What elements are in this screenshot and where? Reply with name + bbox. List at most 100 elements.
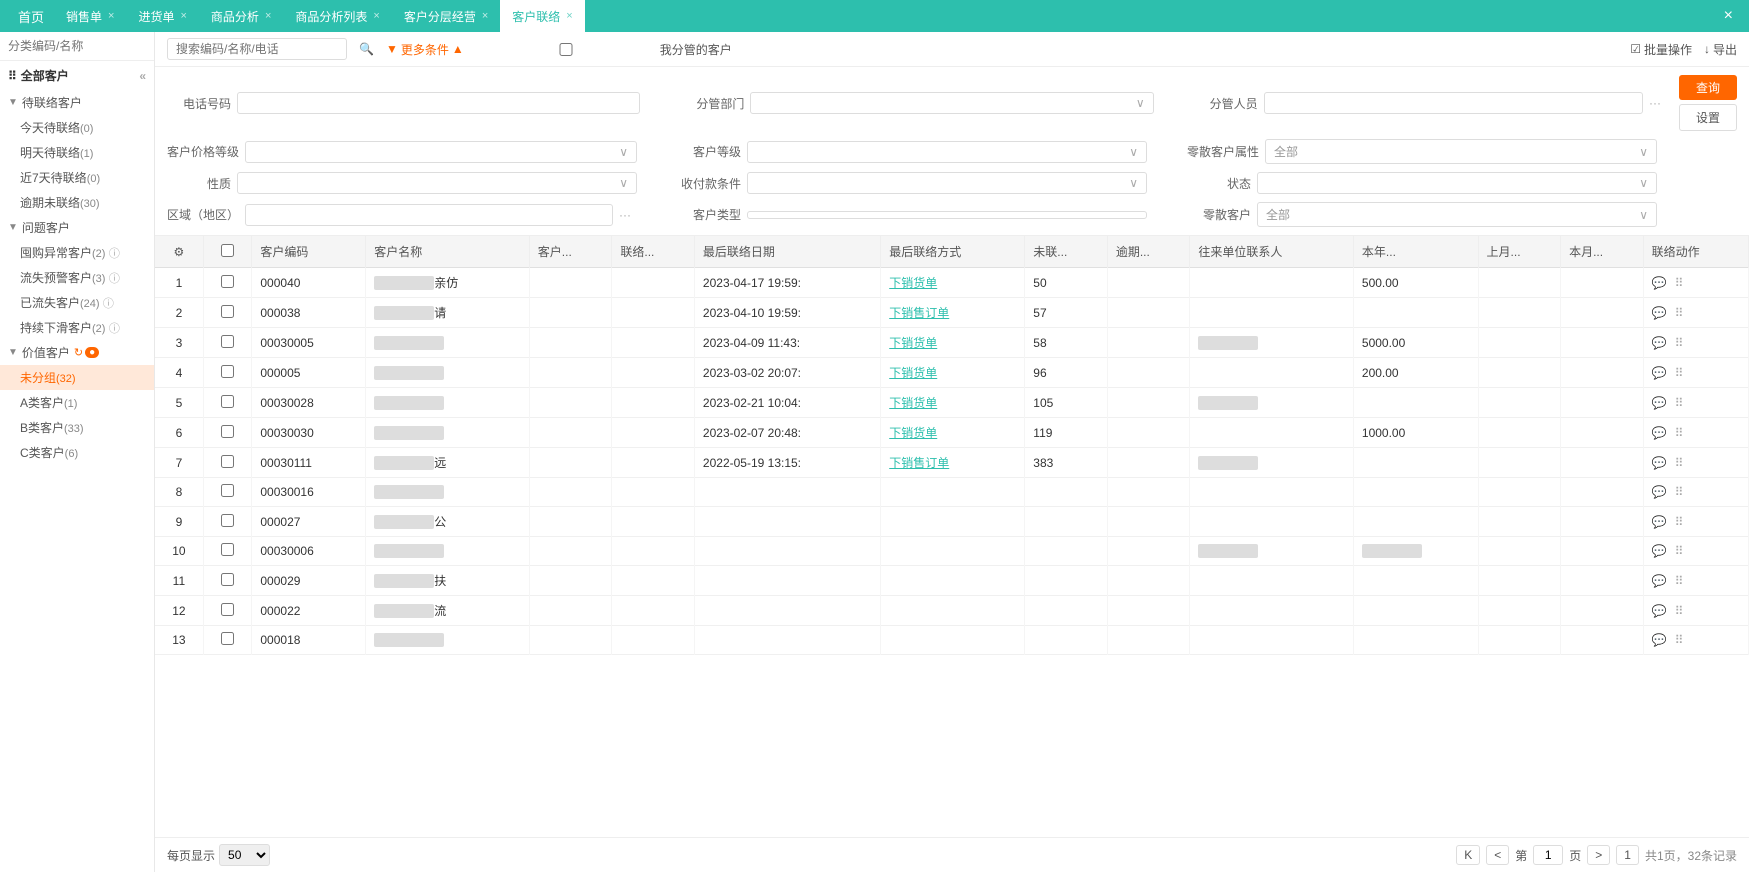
close-sales-order-icon[interactable]: × <box>108 10 114 22</box>
more-icon[interactable]: ⠿ <box>1675 544 1684 558</box>
sidebar-group-value[interactable]: ▼ 价值客户 ↻ ● <box>0 340 154 365</box>
home-tab[interactable]: 首页 <box>8 7 54 26</box>
refresh-icon[interactable]: ↻ <box>74 346 83 359</box>
sidebar-item-abnormal[interactable]: 囤购异常客户(2) ⓘ <box>0 240 154 265</box>
batch-operations-button[interactable]: ☑ 批量操作 <box>1630 41 1692 58</box>
row-checkbox[interactable] <box>221 275 234 288</box>
last-method-link[interactable]: 下销货单 <box>889 396 937 410</box>
close-contact-icon[interactable]: × <box>566 10 572 22</box>
close-purchase-icon[interactable]: × <box>180 10 186 22</box>
customer-type-select[interactable] <box>747 211 1147 219</box>
sidebar-item-churn-warning[interactable]: 流失预警客户(3) ⓘ <box>0 265 154 290</box>
phone-input[interactable] <box>237 92 640 114</box>
last-page-button[interactable]: 1 <box>1616 845 1639 865</box>
retail-attr-select[interactable]: 全部 ∨ <box>1265 139 1657 164</box>
tab-purchase-order[interactable]: 进货单 × <box>126 0 198 32</box>
last-method-link[interactable]: 下销售订单 <box>889 306 949 320</box>
close-product-analysis-icon[interactable]: × <box>265 10 271 22</box>
filter-search-icon[interactable]: 🔍 <box>359 42 374 56</box>
message-icon[interactable]: 💬 <box>1652 366 1667 380</box>
page-number-input[interactable] <box>1533 845 1563 865</box>
message-icon[interactable]: 💬 <box>1652 633 1667 647</box>
customer-grade-select[interactable]: ∨ <box>747 141 1147 163</box>
message-icon[interactable]: 💬 <box>1652 276 1667 290</box>
tab-sales-order[interactable]: 销售单 × <box>54 0 126 32</box>
sidebar-item-tomorrow[interactable]: 明天待联络(1) <box>0 140 154 165</box>
status-select[interactable]: ∨ <box>1257 172 1657 194</box>
close-segment-icon[interactable]: × <box>482 10 488 22</box>
row-checkbox[interactable] <box>221 632 234 645</box>
sidebar-item-class-a[interactable]: A类客户(1) <box>0 390 154 415</box>
sidebar-group-pending[interactable]: ▼ 待联络客户 <box>0 90 154 115</box>
tab-customer-segment[interactable]: 客户分层经营 × <box>392 0 500 32</box>
row-checkbox[interactable] <box>221 514 234 527</box>
last-method-link[interactable]: 下销货单 <box>889 276 937 290</box>
last-method-link[interactable]: 下销货单 <box>889 366 937 380</box>
sidebar-group-problem[interactable]: ▼ 问题客户 <box>0 215 154 240</box>
message-icon[interactable]: 💬 <box>1652 456 1667 470</box>
export-button[interactable]: ↓ 导出 <box>1704 41 1737 58</box>
select-all-checkbox[interactable] <box>221 244 234 257</box>
sidebar-collapse-icon[interactable]: « <box>139 69 146 83</box>
more-icon[interactable]: ⠿ <box>1675 306 1684 320</box>
last-method-link[interactable]: 下销货单 <box>889 426 937 440</box>
row-checkbox[interactable] <box>221 425 234 438</box>
message-icon[interactable]: 💬 <box>1652 604 1667 618</box>
sidebar-item-ungrouped[interactable]: 未分组(32) <box>0 365 154 390</box>
first-page-button[interactable]: K <box>1456 845 1480 865</box>
message-icon[interactable]: 💬 <box>1652 336 1667 350</box>
sidebar-item-churned[interactable]: 已流失客户(24) ⓘ <box>0 290 154 315</box>
dept-select[interactable]: ∨ <box>750 92 1153 114</box>
row-checkbox[interactable] <box>221 573 234 586</box>
more-conditions-button[interactable]: ▼ 更多条件 ▲ <box>386 41 464 58</box>
more-icon[interactable]: ⠿ <box>1675 633 1684 647</box>
tab-customer-contact[interactable]: 客户联络 × <box>500 0 584 32</box>
payment-select[interactable]: ∨ <box>747 172 1147 194</box>
my-customers-checkbox-label[interactable]: 我分管的客户 <box>476 41 732 58</box>
tab-product-analysis-list[interactable]: 商品分析列表 × <box>283 0 391 32</box>
property-select[interactable]: ∨ <box>237 172 637 194</box>
more-icon[interactable]: ⠿ <box>1675 515 1684 529</box>
next-page-button[interactable]: > <box>1587 845 1610 865</box>
row-checkbox[interactable] <box>221 335 234 348</box>
row-checkbox[interactable] <box>221 365 234 378</box>
close-product-list-icon[interactable]: × <box>373 10 379 22</box>
more-icon[interactable]: ⠿ <box>1675 456 1684 470</box>
region-input[interactable] <box>245 204 613 226</box>
more-icon[interactable]: ⠿ <box>1675 485 1684 499</box>
price-grade-select[interactable]: ∨ <box>245 141 637 163</box>
more-icon[interactable]: ⠿ <box>1675 366 1684 380</box>
sidebar-search-input[interactable] <box>8 39 155 53</box>
window-close-button[interactable]: × <box>1716 7 1741 25</box>
sidebar-item-overdue[interactable]: 逾期未联络(30) <box>0 190 154 215</box>
retail-customer-select[interactable]: 全部 ∨ <box>1257 202 1657 227</box>
sidebar-item-class-b[interactable]: B类客户(33) <box>0 415 154 440</box>
col-settings[interactable]: ⚙ <box>155 236 203 268</box>
region-dots-button[interactable]: ··· <box>613 208 637 222</box>
message-icon[interactable]: 💬 <box>1652 515 1667 529</box>
row-checkbox[interactable] <box>221 603 234 616</box>
tab-product-analysis[interactable]: 商品分析 × <box>199 0 283 32</box>
message-icon[interactable]: 💬 <box>1652 574 1667 588</box>
staff-input[interactable] <box>1264 92 1643 114</box>
more-icon[interactable]: ⠿ <box>1675 574 1684 588</box>
query-button[interactable]: 查询 <box>1679 75 1737 100</box>
search-input[interactable] <box>167 38 347 60</box>
more-icon[interactable]: ⠿ <box>1675 276 1684 290</box>
col-checkbox[interactable] <box>203 236 252 268</box>
reset-button[interactable]: 设置 <box>1679 104 1737 131</box>
sidebar-item-7days[interactable]: 近7天待联络(0) <box>0 165 154 190</box>
sidebar-item-declining[interactable]: 持续下滑客户(2) ⓘ <box>0 315 154 340</box>
more-icon[interactable]: ⠿ <box>1675 426 1684 440</box>
prev-page-button[interactable]: < <box>1486 845 1509 865</box>
row-checkbox[interactable] <box>221 455 234 468</box>
row-checkbox[interactable] <box>221 543 234 556</box>
message-icon[interactable]: 💬 <box>1652 306 1667 320</box>
more-icon[interactable]: ⠿ <box>1675 604 1684 618</box>
staff-dots-button[interactable]: ··· <box>1643 96 1667 110</box>
sidebar-item-class-c[interactable]: C类客户(6) <box>0 440 154 465</box>
sidebar-item-today[interactable]: 今天待联络(0) <box>0 115 154 140</box>
message-icon[interactable]: 💬 <box>1652 544 1667 558</box>
more-icon[interactable]: ⠿ <box>1675 396 1684 410</box>
row-checkbox[interactable] <box>221 395 234 408</box>
